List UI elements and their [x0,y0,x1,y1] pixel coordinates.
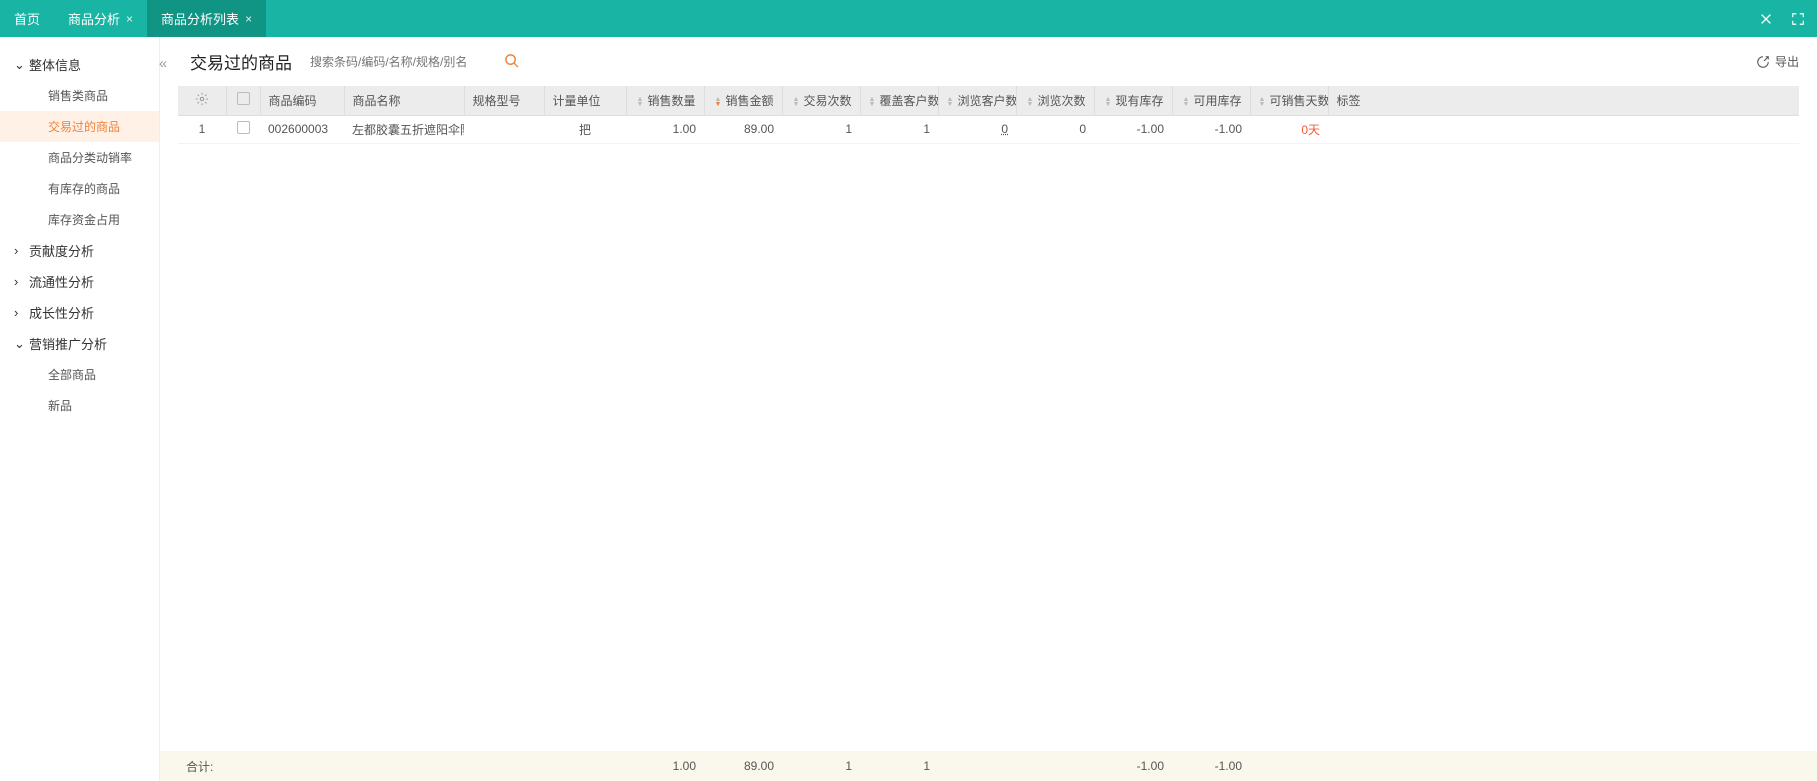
col-cust[interactable]: ▲▼覆盖客户数 [860,86,938,115]
cell-qty: 1.00 [626,115,704,143]
cell-tx: 1 [782,115,860,143]
footer-bcust [938,751,1016,781]
footer-bcnt [1016,751,1094,781]
footer-stock: -1.00 [1094,751,1172,781]
col-stock[interactable]: ▲▼现有库存 [1094,86,1172,115]
cell-tag [1328,115,1799,143]
close-icon[interactable]: × [126,12,133,26]
col-tag[interactable]: 标签 [1328,86,1799,115]
cell-bcnt: 0 [1016,115,1094,143]
cell-spec [464,115,544,143]
tab-product-analysis[interactable]: 商品分析 × [54,0,147,37]
sidebar-item-in-stock[interactable]: 有库存的商品 [0,173,159,204]
cell-stock: -1.00 [1094,115,1172,143]
sidebar-group-marketing[interactable]: ⌄ 营销推广分析 [0,328,159,359]
col-qty[interactable]: ▲▼销售数量 [626,86,704,115]
tab-product-analysis-label: 商品分析 [68,9,120,28]
footer-amt: 89.00 [704,751,782,781]
sort-icon[interactable]: ▲▼ [1183,97,1190,107]
sidebar-group-label: 整体信息 [29,55,81,74]
close-icon[interactable]: × [245,12,252,26]
footer-cust: 1 [860,751,938,781]
col-bcust[interactable]: ▲▼浏览客户数 [938,86,1016,115]
sidebar-group-overview[interactable]: ⌄ 整体信息 [0,49,159,80]
sidebar-group-label: 成长性分析 [29,303,94,322]
sidebar-group-label: 营销推广分析 [29,334,107,353]
fullscreen-button[interactable] [1787,8,1809,30]
col-bcnt[interactable]: ▲▼浏览次数 [1016,86,1094,115]
sidebar-group-growth[interactable]: › 成长性分析 [0,297,159,328]
search-icon[interactable] [504,53,519,71]
sidebar-group-label: 贡献度分析 [29,241,94,260]
cell-code: 002600003 [260,115,344,143]
col-code[interactable]: 商品编码 [260,86,344,115]
row-checkbox[interactable] [226,115,260,143]
row-index: 1 [178,115,226,143]
tab-product-analysis-list-label: 商品分析列表 [161,9,239,28]
browse-cust-link[interactable]: 0 [1001,122,1008,136]
tab-product-analysis-list[interactable]: 商品分析列表 × [147,0,266,37]
chevron-right-icon: › [14,243,24,258]
table-footer: 合计: 1.00 89.00 1 1 -1.00 -1.00 [160,751,1817,781]
page-title: 交易过的商品 [190,49,292,74]
cell-name: 左都胶囊五折遮阳伞防晒伞; [344,115,464,143]
tab-home-label: 首页 [14,9,40,28]
sidebar-item-traded-products[interactable]: 交易过的商品 [0,111,159,142]
sidebar-item-category-rate[interactable]: 商品分类动销率 [0,142,159,173]
sidebar-item-all-products[interactable]: 全部商品 [0,359,159,390]
sort-icon[interactable]: ▲▼ [1027,97,1034,107]
col-tx[interactable]: ▲▼交易次数 [782,86,860,115]
col-days[interactable]: ▲▼可销售天数 [1250,86,1328,115]
export-label: 导出 [1775,53,1799,70]
footer-tx: 1 [782,751,860,781]
sidebar-group-circulation[interactable]: › 流通性分析 [0,266,159,297]
column-settings[interactable] [178,86,226,115]
search-input[interactable] [308,51,488,73]
export-button[interactable]: 导出 [1756,53,1799,70]
col-spec[interactable]: 规格型号 [464,86,544,115]
table-row[interactable]: 1 002600003 左都胶囊五折遮阳伞防晒伞; 把 1.00 89.00 1… [178,115,1799,143]
cell-unit: 把 [544,115,626,143]
footer-label: 合计: [178,751,260,781]
sidebar-item-stock-capital[interactable]: 库存资金占用 [0,204,159,235]
footer-avail: -1.00 [1172,751,1250,781]
sort-icon[interactable]: ▲▼ [793,97,800,107]
sort-icon[interactable]: ▲▼ [869,97,876,107]
sort-icon[interactable]: ▲▼ [1259,97,1266,107]
data-table: 商品编码 商品名称 规格型号 计量单位 ▲▼销售数量 ▲▼销售金额 ▲▼交易次数… [160,86,1817,751]
cell-cust: 1 [860,115,938,143]
close-all-tabs-button[interactable] [1755,8,1777,30]
export-icon [1756,55,1770,69]
tab-bar: 首页 商品分析 × 商品分析列表 × [0,0,1817,37]
chevron-down-icon: ⌄ [14,336,24,352]
col-amt[interactable]: ▲▼销售金额 [704,86,782,115]
sort-icon[interactable]: ▲▼ [1105,97,1112,107]
cell-bcust: 0 [938,115,1016,143]
cell-avail: -1.00 [1172,115,1250,143]
chevron-down-icon: ⌄ [14,57,24,73]
col-unit[interactable]: 计量单位 [544,86,626,115]
collapse-sidebar-button[interactable]: « [151,51,175,75]
sidebar-group-contribution[interactable]: › 贡献度分析 [0,235,159,266]
cell-days: 0天 [1250,115,1328,143]
col-avail[interactable]: ▲▼可用库存 [1172,86,1250,115]
select-all-checkbox[interactable] [226,86,260,115]
chevron-right-icon: › [14,274,24,289]
chevron-right-icon: › [14,305,24,320]
tab-home[interactable]: 首页 [0,0,54,37]
sort-icon[interactable]: ▲▼ [715,97,722,107]
close-icon [1759,12,1773,26]
footer-qty: 1.00 [626,751,704,781]
sidebar-item-sales-products[interactable]: 销售类商品 [0,80,159,111]
col-name[interactable]: 商品名称 [344,86,464,115]
cell-amt: 89.00 [704,115,782,143]
sidebar: « ⌄整体信息 销售类商品 交易过的商品 商品分类动销率 有库存的商品 库存资金… [0,37,160,781]
gear-icon [195,92,209,106]
sort-icon[interactable]: ▲▼ [947,97,954,107]
sort-icon[interactable]: ▲▼ [637,97,644,107]
sidebar-item-new-products[interactable]: 新品 [0,390,159,421]
fullscreen-icon [1791,12,1805,26]
sidebar-group-label: 流通性分析 [29,272,94,291]
